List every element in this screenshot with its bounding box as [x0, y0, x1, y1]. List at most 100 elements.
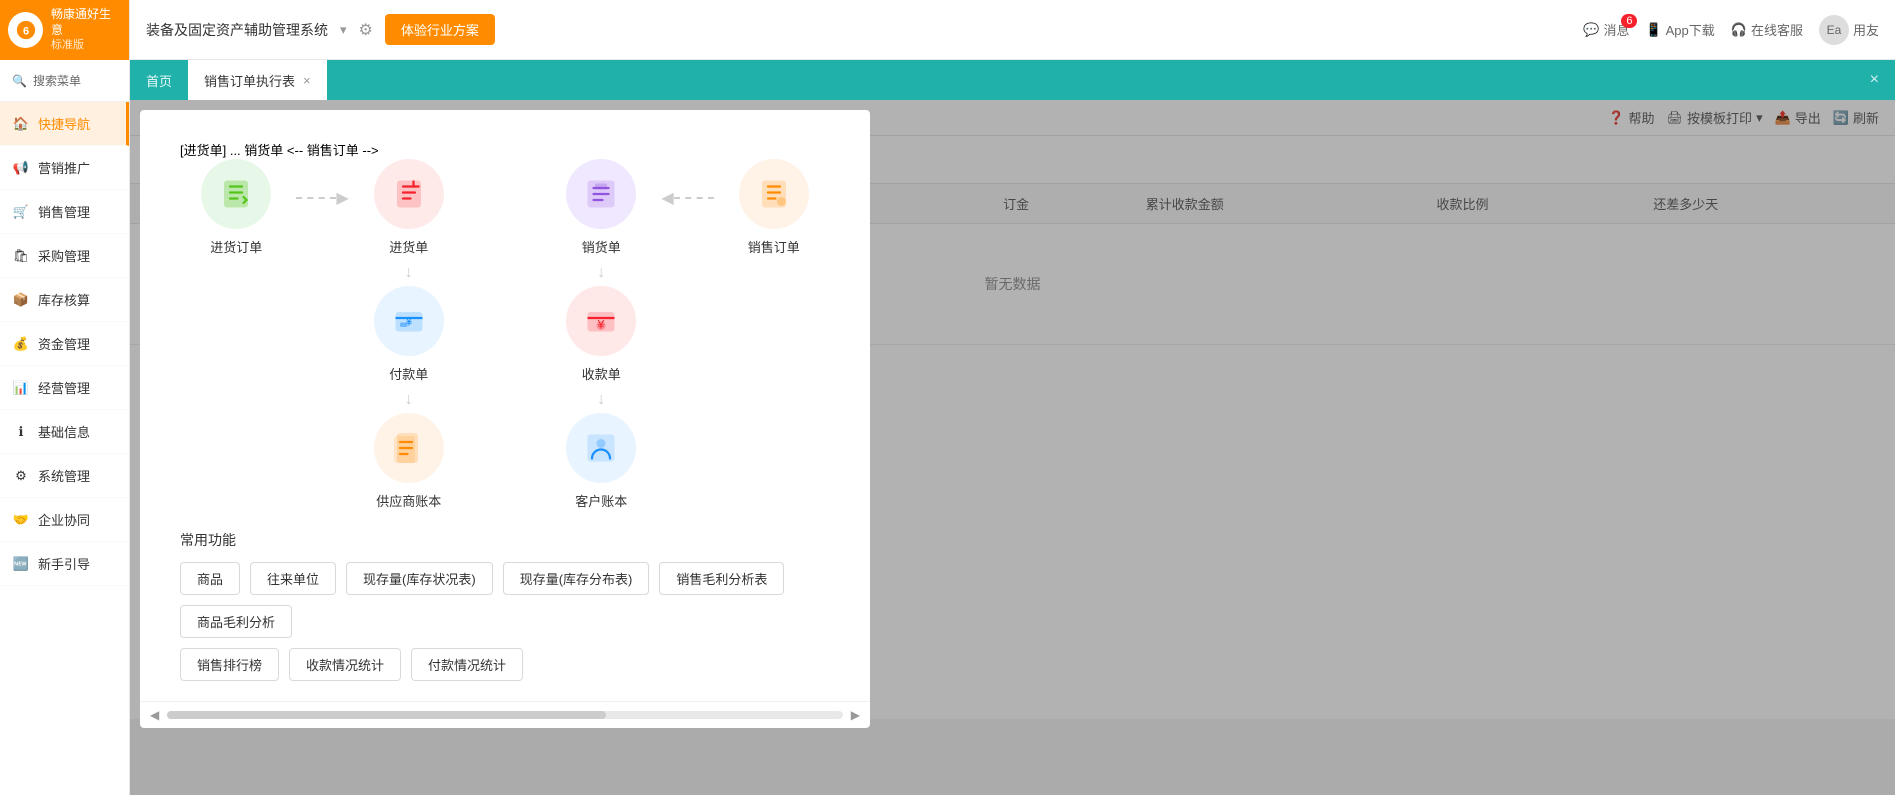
home-icon: 🏠 [12, 115, 30, 133]
sales-order-label: 销售订单 [748, 237, 800, 256]
inventory-icon: 📦 [12, 291, 30, 309]
arrow-down-payment: ↓ [353, 391, 466, 409]
logo-text: 畅康通好生意 标准版 [51, 7, 121, 52]
func-btn-partners[interactable]: 往来单位 [250, 562, 336, 595]
experience-button[interactable]: 体验行业方案 [385, 14, 495, 45]
sidebar-item-marketing[interactable]: 📢 营销推广 [0, 146, 129, 190]
svg-text:¥: ¥ [404, 315, 412, 329]
avatar: Ea [1819, 15, 1849, 45]
page-area: ❓ 帮助 🖨 按模板打印 ▾ 📤 导出 🔄 刷新 [130, 100, 1895, 795]
topbar-actions: 💬 消息 6 📱 App下载 🎧 在线客服 Ea 用友 [1583, 15, 1879, 45]
user-menu[interactable]: Ea 用友 [1819, 15, 1879, 45]
scrollbar-left[interactable]: ◀ [150, 708, 159, 722]
function-buttons: 商品 往来单位 现存量(库存状况表) 现存量(库存分布表) 销售毛利分析表 商品… [180, 562, 830, 638]
sidebar-nav: 🏠 快捷导航 📢 营销推广 🛒 销售管理 🛍 采购管理 📦 库存核算 💰 [0, 102, 129, 795]
app-download-button[interactable]: 📱 App下载 [1645, 20, 1714, 39]
message-badge: 6 [1621, 14, 1637, 28]
flow-node-sales-order[interactable]: 销售订单 [718, 159, 831, 256]
func-btn-goods[interactable]: 商品 [180, 562, 240, 595]
tab-close-icon[interactable]: × [303, 73, 311, 88]
sales-bill-icon [566, 159, 636, 229]
customer-ledger-icon [566, 413, 636, 483]
common-functions: 常用功能 商品 往来单位 现存量(库存状况表) 现存量(库存分布表) 销售毛利分… [180, 530, 830, 681]
main-content: 装备及固定资产辅助管理系统 ▾ ⚙ 体验行业方案 💬 消息 6 📱 App下载 … [130, 0, 1895, 795]
sidebar-item-purchase[interactable]: 🛍 采购管理 [0, 234, 129, 278]
purchase-bill-label: 进货单 [389, 237, 428, 256]
message-icon: 💬 [1583, 22, 1599, 38]
func-btn-stock-dist[interactable]: 现存量(库存分布表) [503, 562, 650, 595]
arrow-down-receipt: ↓ [545, 391, 658, 409]
online-service-button[interactable]: 🎧 在线客服 [1731, 20, 1803, 39]
scrollbar-right[interactable]: ▶ [851, 708, 860, 722]
arrow-down-purchase-bill: ↓ [353, 264, 466, 282]
receipt-icon: ¥ [566, 286, 636, 356]
arrow-purchase-to-bill: ▶ [293, 188, 353, 228]
scrollbar-thumb [167, 711, 606, 719]
settings-icon[interactable]: ⚙ [359, 20, 373, 40]
search-menu-button[interactable]: 🔍 搜索菜单 [8, 68, 121, 93]
purchase-order-icon [201, 159, 271, 229]
flow-node-purchase-bill[interactable]: 进货单 [353, 159, 466, 256]
tab-sales-order[interactable]: 销售订单执行表 × [188, 60, 327, 100]
sidebar-item-inventory[interactable]: 📦 库存核算 [0, 278, 129, 322]
app-icon: 📱 [1645, 22, 1661, 38]
flow-node-payment[interactable]: ¥ 付款单 [353, 286, 466, 383]
dropdown-arrow[interactable]: ▾ [340, 22, 347, 38]
payment-icon: ¥ [374, 286, 444, 356]
func-btn-stock-status[interactable]: 现存量(库存状况表) [346, 562, 493, 595]
svg-text:6: 6 [22, 26, 28, 38]
operation-icon: 📊 [12, 379, 30, 397]
service-icon: 🎧 [1731, 22, 1747, 38]
sidebar-item-guide[interactable]: 🆕 新手引导 [0, 542, 129, 586]
overlay[interactable]: [进货单] ... 销货单 <-- 销售订单 --> [130, 100, 1895, 795]
message-button[interactable]: 💬 消息 6 [1583, 20, 1629, 39]
marketing-icon: 📢 [12, 159, 30, 177]
function-buttons-row2: 销售排行榜 收款情况统计 付款情况统计 [180, 648, 830, 681]
purchase-order-label: 进货订单 [210, 237, 262, 256]
sidebar-item-operation[interactable]: 📊 经营管理 [0, 366, 129, 410]
topbar: 装备及固定资产辅助管理系统 ▾ ⚙ 体验行业方案 💬 消息 6 📱 App下载 … [130, 0, 1895, 60]
sidebar-item-quick-nav[interactable]: 🏠 快捷导航 [0, 102, 129, 146]
flow-node-customer-ledger[interactable]: 客户账本 [545, 413, 658, 510]
sidebar-item-sales[interactable]: 🛒 销售管理 [0, 190, 129, 234]
system-title: 装备及固定资产辅助管理系统 [146, 20, 328, 40]
arrow-sales-order-to-bill: ◀ [658, 188, 718, 228]
system-icon: ⚙ [12, 467, 30, 485]
func-btn-payment-stat[interactable]: 付款情况统计 [411, 648, 523, 681]
sidebar-item-basic[interactable]: ℹ 基础信息 [0, 410, 129, 454]
func-btn-sales-rank[interactable]: 销售排行榜 [180, 648, 279, 681]
common-functions-title: 常用功能 [180, 530, 830, 550]
logo-icon: 6 [8, 12, 43, 48]
sidebar-search-area: 🔍 搜索菜单 [0, 60, 129, 102]
purchase-icon: 🛍 [12, 247, 30, 265]
dialog-scrollbar: ◀ ▶ [140, 701, 870, 728]
sidebar: 6 畅康通好生意 标准版 🔍 搜索菜单 🏠 快捷导航 📢 营销推广 [0, 0, 130, 795]
purchase-bill-icon [374, 159, 444, 229]
customer-ledger-label: 客户账本 [575, 491, 627, 510]
sidebar-item-system[interactable]: ⚙ 系统管理 [0, 454, 129, 498]
flow-node-sales-bill[interactable]: 销货单 [545, 159, 658, 256]
supplier-ledger-icon [374, 413, 444, 483]
sidebar-item-enterprise[interactable]: 🤝 企业协同 [0, 498, 129, 542]
sales-icon: 🛒 [12, 203, 30, 221]
flow-node-purchase-order[interactable]: 进货订单 [180, 159, 293, 256]
enterprise-icon: 🤝 [12, 511, 30, 529]
search-icon: 🔍 [12, 74, 27, 88]
func-btn-receipt-stat[interactable]: 收款情况统计 [289, 648, 401, 681]
arrow-down-sales-bill: ↓ [545, 264, 658, 282]
func-btn-sales-profit[interactable]: 销售毛利分析表 [659, 562, 784, 595]
sales-bill-label: 销货单 [582, 237, 621, 256]
flow-node-supplier-ledger[interactable]: 供应商账本 [353, 413, 466, 510]
supplier-ledger-label: 供应商账本 [376, 491, 441, 510]
close-all-tabs[interactable]: × [1870, 71, 1879, 89]
flow-node-receipt[interactable]: ¥ 收款单 [545, 286, 658, 383]
tab-home[interactable]: 首页 [130, 60, 188, 100]
scrollbar-track[interactable] [167, 711, 843, 719]
flow-dialog: [进货单] ... 销货单 <-- 销售订单 --> [140, 110, 870, 728]
sales-order-icon [739, 159, 809, 229]
sidebar-item-finance[interactable]: 💰 资金管理 [0, 322, 129, 366]
guide-icon: 🆕 [12, 555, 30, 573]
tabbar: 首页 销售订单执行表 × × [130, 60, 1895, 100]
func-btn-goods-profit[interactable]: 商品毛利分析 [180, 605, 292, 638]
svg-text:¥: ¥ [597, 318, 605, 332]
